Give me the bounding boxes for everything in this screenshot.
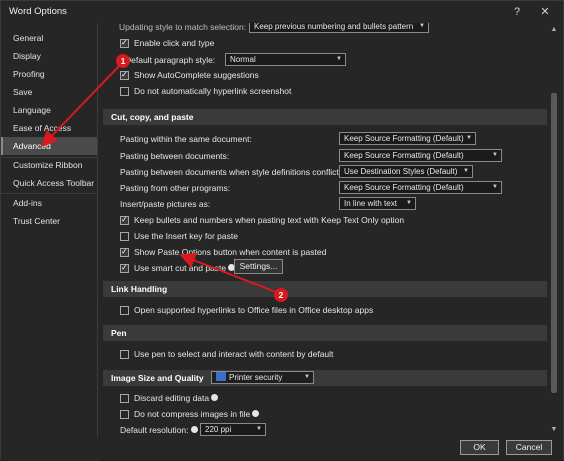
image-document-value: Printer security (229, 373, 283, 382)
chevron-down-icon: ▼ (419, 23, 425, 29)
keep-bullets-label: Keep bullets and numbers when pasting te… (134, 215, 405, 225)
paste-other-programs-dropdown[interactable]: Keep Source Formatting (Default) ▼ (339, 181, 502, 194)
paste-between-documents-value: Keep Source Formatting (Default) (344, 151, 464, 160)
paste-style-conflict-label: Pasting between documents when style def… (120, 167, 342, 177)
paste-same-document-dropdown[interactable]: Keep Source Formatting (Default) ▼ (339, 132, 476, 145)
document-icon (216, 372, 226, 382)
sidebar-item-language[interactable]: Language (1, 101, 97, 119)
sidebar-item-general[interactable]: General (1, 29, 97, 47)
default-paragraph-label: Default paragraph style: (125, 55, 216, 65)
scroll-down-icon[interactable]: ▼ (550, 426, 558, 434)
sidebar-item-ease-of-access[interactable]: Ease of Access (1, 119, 97, 137)
autocomplete-label: Show AutoComplete suggestions (134, 70, 259, 80)
no-hyperlink-screenshot-label: Do not automatically hyperlink screensho… (134, 86, 292, 96)
use-pen-checkbox[interactable] (120, 350, 129, 359)
sidebar-item-quick-access-toolbar[interactable]: Quick Access Toolbar (1, 174, 97, 192)
chevron-down-icon: ▼ (463, 168, 469, 174)
annotation-badge-2: 2 (274, 288, 288, 302)
cancel-button[interactable]: Cancel (506, 440, 552, 455)
paste-style-conflict-dropdown[interactable]: Use Destination Styles (Default) ▼ (339, 165, 473, 178)
sidebar-item-save[interactable]: Save (1, 83, 97, 101)
paste-style-conflict-value: Use Destination Styles (Default) (344, 167, 458, 176)
show-paste-options-label: Show Paste Options button when content i… (134, 247, 327, 257)
discard-editing-row: Discard editing data (134, 391, 219, 405)
sidebar-item-add-ins[interactable]: Add-ins (1, 194, 97, 212)
chevron-down-icon: ▼ (256, 426, 262, 432)
scroll-up-icon[interactable]: ▲ (550, 26, 558, 34)
chevron-down-icon: ▼ (492, 152, 498, 158)
no-compress-row: Do not compress images in file (134, 407, 260, 421)
sidebar-item-proofing[interactable]: Proofing (1, 65, 97, 83)
word-options-dialog: Word Options ? ✕ General Display Proofin… (0, 0, 564, 461)
sidebar-item-advanced[interactable]: Advanced (1, 137, 97, 155)
info-icon (252, 410, 260, 418)
no-compress-checkbox[interactable] (120, 410, 129, 419)
chevron-down-icon: ▼ (304, 374, 310, 380)
sidebar-item-customize-ribbon[interactable]: Customize Ribbon (1, 156, 97, 174)
paste-between-documents-dropdown[interactable]: Keep Source Formatting (Default) ▼ (339, 149, 502, 162)
autocomplete-checkbox[interactable] (120, 69, 129, 81)
paste-same-document-value: Keep Source Formatting (Default) (344, 134, 464, 143)
options-sidebar: General Display Proofing Save Language E… (1, 23, 98, 461)
smart-cut-checkbox[interactable] (120, 262, 129, 274)
default-resolution-dropdown[interactable]: 220 ppi ▼ (200, 423, 266, 436)
insert-key-label: Use the Insert key for paste (134, 231, 238, 241)
click-and-type-checkbox[interactable] (120, 37, 129, 49)
info-icon (190, 426, 198, 434)
smart-cut-row: Use smart cut and paste (134, 261, 236, 275)
scrollbar-thumb[interactable] (551, 93, 557, 393)
ok-button[interactable]: OK (460, 440, 499, 455)
image-document-dropdown[interactable]: Printer security ▼ (211, 371, 314, 384)
default-resolution-label: Default resolution: (120, 425, 189, 435)
click-and-type-label: Enable click and type (134, 38, 215, 48)
paste-same-document-label: Pasting within the same document: (120, 134, 252, 144)
paste-other-programs-label: Pasting from other programs: (120, 183, 231, 193)
no-hyperlink-screenshot-checkbox[interactable] (120, 87, 129, 96)
dialog-title: Word Options (9, 6, 67, 17)
section-header-image-quality: Image Size and Quality (103, 370, 547, 386)
chevron-down-icon: ▼ (406, 200, 412, 206)
sidebar-item-trust-center[interactable]: Trust Center (1, 212, 97, 230)
insert-pictures-label: Insert/paste pictures as: (120, 199, 211, 209)
vertical-scrollbar[interactable]: ▲ ▼ (548, 23, 560, 437)
advanced-options-panel: Updating style to match selection: Keep … (99, 23, 547, 437)
discard-editing-checkbox[interactable] (120, 394, 129, 403)
title-bar: Word Options ? ✕ (1, 1, 563, 23)
dialog-footer: OK Cancel (1, 437, 563, 460)
keep-bullets-checkbox[interactable] (120, 214, 129, 226)
open-hyperlinks-checkbox[interactable] (120, 306, 129, 315)
smart-cut-label: Use smart cut and paste (134, 263, 227, 273)
close-button[interactable]: ✕ (535, 4, 555, 20)
default-paragraph-dropdown[interactable]: Normal ▼ (225, 53, 346, 66)
chevron-down-icon: ▼ (336, 56, 342, 62)
show-paste-options-checkbox[interactable] (120, 246, 129, 258)
default-paragraph-value: Normal (230, 55, 256, 64)
chevron-down-icon: ▼ (466, 135, 472, 141)
insert-key-checkbox[interactable] (120, 232, 129, 241)
section-header-cut-copy-paste: Cut, copy, and paste (103, 109, 547, 125)
discard-editing-label: Discard editing data (134, 393, 210, 403)
default-resolution-row: Default resolution: (120, 423, 198, 437)
section-header-pen: Pen (103, 325, 547, 341)
style-match-label: Updating style to match selection: (119, 23, 247, 32)
insert-pictures-dropdown[interactable]: In line with text ▼ (339, 197, 416, 210)
annotation-badge-1: 1 (116, 54, 130, 68)
chevron-down-icon: ▼ (492, 184, 498, 190)
section-header-link-handling: Link Handling (103, 281, 547, 297)
style-match-dropdown[interactable]: Keep previous numbering and bullets patt… (249, 23, 429, 33)
paste-other-programs-value: Keep Source Formatting (Default) (344, 183, 464, 192)
smart-cut-settings-button[interactable]: Settings... (234, 259, 283, 274)
use-pen-label: Use pen to select and interact with cont… (134, 349, 334, 359)
paste-between-documents-label: Pasting between documents: (120, 151, 230, 161)
help-button[interactable]: ? (507, 4, 527, 20)
insert-pictures-value: In line with text (344, 199, 397, 208)
info-icon (211, 394, 219, 402)
sidebar-item-display[interactable]: Display (1, 47, 97, 65)
style-match-value: Keep previous numbering and bullets patt… (254, 23, 414, 31)
open-hyperlinks-label: Open supported hyperlinks to Office file… (134, 305, 374, 315)
default-resolution-value: 220 ppi (205, 425, 232, 434)
no-compress-label: Do not compress images in file (134, 409, 251, 419)
